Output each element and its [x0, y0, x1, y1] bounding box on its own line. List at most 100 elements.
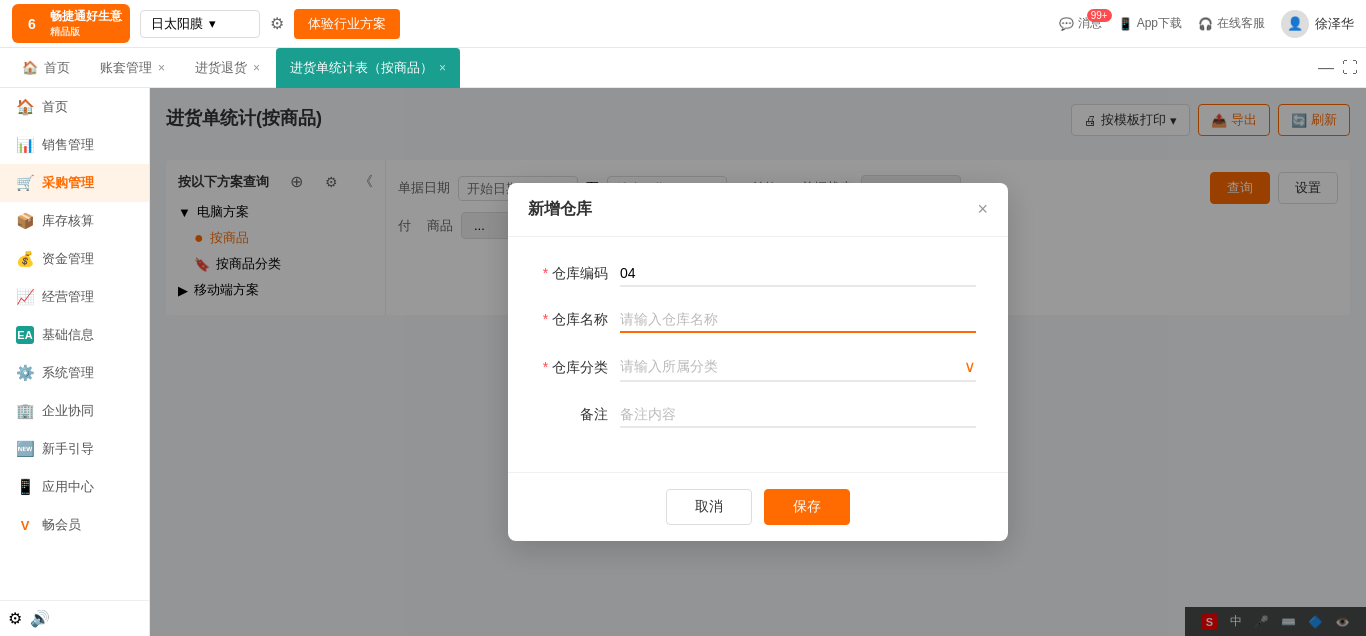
purchase-icon: 🛒 — [16, 174, 34, 192]
tab-account[interactable]: 账套管理 × — [86, 48, 179, 88]
sidebar-item-home[interactable]: 🏠 首页 — [0, 88, 149, 126]
tab-account-close[interactable]: × — [158, 61, 165, 75]
form-item-notes: 备注 — [540, 402, 976, 428]
sidebar-item-system[interactable]: ⚙️ 系统管理 — [0, 354, 149, 392]
sidebar-purchase-label: 采购管理 — [42, 174, 94, 192]
tab-minimize-button[interactable]: — — [1318, 59, 1334, 77]
sidebar-bottom: ⚙ 🔊 — [0, 600, 149, 636]
tab-account-label: 账套管理 — [100, 59, 152, 77]
sidebar-system-label: 系统管理 — [42, 364, 94, 382]
category-select[interactable]: 请输入所属分类 ∨ — [620, 353, 976, 382]
trial-button[interactable]: 体验行业方案 — [294, 9, 400, 39]
guide-icon: 🆕 — [16, 440, 34, 458]
modal-close-button[interactable]: × — [977, 199, 988, 220]
sidebar-item-member[interactable]: V 畅会员 — [0, 506, 149, 544]
sidebar: 🏠 首页 📊 销售管理 🛒 采购管理 📦 库存核算 💰 资金管理 📈 经营管理 … — [0, 88, 150, 636]
tab-purchase-return-close[interactable]: × — [253, 61, 260, 75]
sidebar-enterprise-label: 企业协同 — [42, 402, 94, 420]
logo-area: 6 畅捷通好生意 精品版 — [12, 4, 130, 43]
system-icon: ⚙️ — [16, 364, 34, 382]
sidebar-guide-label: 新手引导 — [42, 440, 94, 458]
store-dropdown-icon: ▾ — [209, 16, 216, 31]
modal-header: 新增仓库 × — [508, 183, 1008, 237]
category-label: 仓库分类 — [540, 359, 620, 377]
save-button[interactable]: 保存 — [764, 489, 850, 525]
sidebar-apps-label: 应用中心 — [42, 478, 94, 496]
home-icon: 🏠 — [22, 60, 38, 75]
sidebar-item-finance[interactable]: 💰 资金管理 — [0, 240, 149, 278]
category-placeholder: 请输入所属分类 — [620, 358, 718, 376]
category-dropdown-icon: ∨ — [964, 357, 976, 376]
form-item-name: 仓库名称 — [540, 307, 976, 333]
tab-purchase-stats[interactable]: 进货单统计表（按商品） × — [276, 48, 460, 88]
sidebar-item-apps[interactable]: 📱 应用中心 — [0, 468, 149, 506]
sidebar-inventory-label: 库存核算 — [42, 212, 94, 230]
operation-icon: 📈 — [16, 288, 34, 306]
top-header: 6 畅捷通好生意 精品版 日太阳膜 ▾ ⚙ 体验行业方案 💬 消息 99+ 📱 … — [0, 0, 1366, 48]
header-actions: 💬 消息 99+ 📱 App下载 🎧 在线客服 👤 徐泽华 — [1059, 10, 1354, 38]
name-label: 仓库名称 — [540, 311, 620, 329]
tab-purchase-return-label: 进货退货 — [195, 59, 247, 77]
home-sidebar-icon: 🏠 — [16, 98, 34, 116]
sidebar-settings-icon[interactable]: ⚙ — [8, 609, 22, 628]
cancel-button[interactable]: 取消 — [666, 489, 752, 525]
tab-purchase-stats-close[interactable]: × — [439, 61, 446, 75]
notes-input[interactable] — [620, 402, 976, 428]
user-info[interactable]: 👤 徐泽华 — [1281, 10, 1354, 38]
settings-gear-icon[interactable]: ⚙ — [270, 14, 284, 33]
app-download-item[interactable]: 📱 App下载 — [1118, 15, 1182, 32]
sidebar-item-guide[interactable]: 🆕 新手引导 — [0, 430, 149, 468]
sidebar-item-inventory[interactable]: 📦 库存核算 — [0, 202, 149, 240]
inventory-icon: 📦 — [16, 212, 34, 230]
sidebar-item-basic[interactable]: EA 基础信息 — [0, 316, 149, 354]
tab-purchase-return[interactable]: 进货退货 × — [181, 48, 274, 88]
sidebar-member-label: 畅会员 — [42, 516, 81, 534]
store-selector[interactable]: 日太阳膜 ▾ — [140, 10, 260, 38]
headphone-icon: 🎧 — [1198, 17, 1213, 31]
basic-icon: EA — [16, 326, 34, 344]
store-name: 日太阳膜 — [151, 15, 203, 33]
online-service-label: 在线客服 — [1217, 15, 1265, 32]
modal-title: 新增仓库 — [528, 199, 592, 220]
sidebar-item-operation[interactable]: 📈 经营管理 — [0, 278, 149, 316]
notes-label: 备注 — [540, 406, 620, 424]
avatar: 👤 — [1281, 10, 1309, 38]
sales-icon: 📊 — [16, 136, 34, 154]
tab-home-label: 首页 — [44, 59, 70, 77]
sidebar-collapse-icon[interactable]: 🔊 — [30, 609, 50, 628]
sidebar-item-purchase[interactable]: 🛒 采购管理 — [0, 164, 149, 202]
form-item-category: 仓库分类 请输入所属分类 ∨ — [540, 353, 976, 382]
sidebar-item-sales[interactable]: 📊 销售管理 — [0, 126, 149, 164]
online-service-item[interactable]: 🎧 在线客服 — [1198, 15, 1265, 32]
app-name: 畅捷通好生意 — [50, 8, 122, 25]
sidebar-basic-label: 基础信息 — [42, 326, 94, 344]
sidebar-finance-label: 资金管理 — [42, 250, 94, 268]
content-area: 进货单统计(按商品) 🖨 按模板打印 ▾ 📤 导出 🔄 刷新 — [150, 88, 1366, 636]
sidebar-home-label: 首页 — [42, 98, 68, 116]
app-download-icon: 📱 — [1118, 17, 1133, 31]
tab-purchase-stats-label: 进货单统计表（按商品） — [290, 59, 433, 77]
modal-footer: 取消 保存 — [508, 472, 1008, 541]
tab-expand-button[interactable]: ⛶ — [1342, 59, 1358, 77]
modal-new-warehouse: 新增仓库 × 仓库编码 仓库名称 仓库 — [508, 183, 1008, 541]
tab-bar: 🏠 首页 账套管理 × 进货退货 × 进货单统计表（按商品） × — ⛶ — [0, 48, 1366, 88]
app-sub: 精品版 — [50, 25, 122, 39]
finance-icon: 💰 — [16, 250, 34, 268]
member-icon: V — [16, 516, 34, 534]
tab-bar-actions: — ⛶ — [1318, 59, 1358, 77]
message-item[interactable]: 💬 消息 99+ — [1059, 15, 1102, 32]
app-download-label: App下载 — [1137, 15, 1182, 32]
modal-overlay[interactable]: 新增仓库 × 仓库编码 仓库名称 仓库 — [150, 88, 1366, 636]
warehouse-name-input[interactable] — [620, 307, 976, 333]
message-badge: 99+ — [1087, 9, 1112, 22]
tab-home[interactable]: 🏠 首页 — [8, 48, 84, 88]
logo-icon: 6 — [20, 12, 44, 36]
sidebar-operation-label: 经营管理 — [42, 288, 94, 306]
user-name: 徐泽华 — [1315, 15, 1354, 33]
warehouse-code-input[interactable] — [620, 261, 976, 287]
modal-body: 仓库编码 仓库名称 仓库分类 请输入所属分类 ∨ — [508, 237, 1008, 472]
sidebar-sales-label: 销售管理 — [42, 136, 94, 154]
sidebar-item-enterprise[interactable]: 🏢 企业协同 — [0, 392, 149, 430]
enterprise-icon: 🏢 — [16, 402, 34, 420]
message-icon: 💬 — [1059, 17, 1074, 31]
